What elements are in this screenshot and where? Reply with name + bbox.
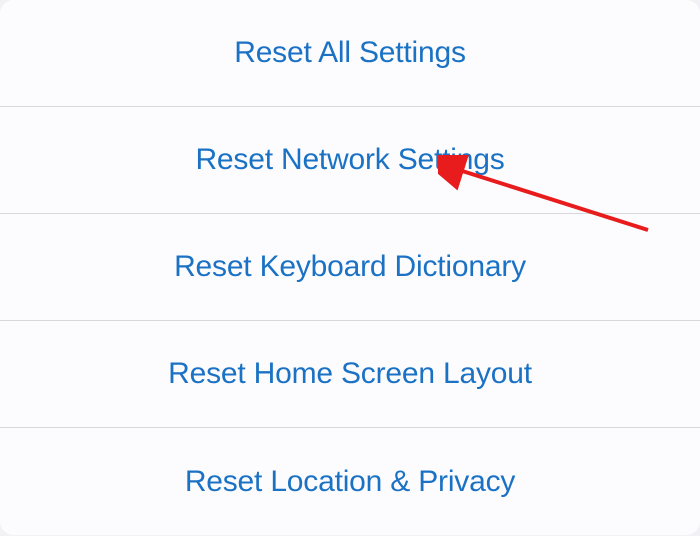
reset-item-label: Reset Keyboard Dictionary [174, 250, 526, 284]
reset-network-settings-button[interactable]: Reset Network Settings [0, 107, 700, 214]
reset-keyboard-dictionary-button[interactable]: Reset Keyboard Dictionary [0, 214, 700, 321]
reset-item-label: Reset Home Screen Layout [168, 357, 532, 391]
reset-all-settings-button[interactable]: Reset All Settings [0, 0, 700, 107]
reset-item-label: Reset Network Settings [195, 143, 504, 177]
reset-settings-list: Reset All Settings Reset Network Setting… [0, 0, 700, 535]
reset-item-label: Reset Location & Privacy [185, 465, 515, 499]
reset-item-label: Reset All Settings [234, 36, 466, 70]
reset-location-privacy-button[interactable]: Reset Location & Privacy [0, 428, 700, 535]
reset-home-screen-layout-button[interactable]: Reset Home Screen Layout [0, 321, 700, 428]
